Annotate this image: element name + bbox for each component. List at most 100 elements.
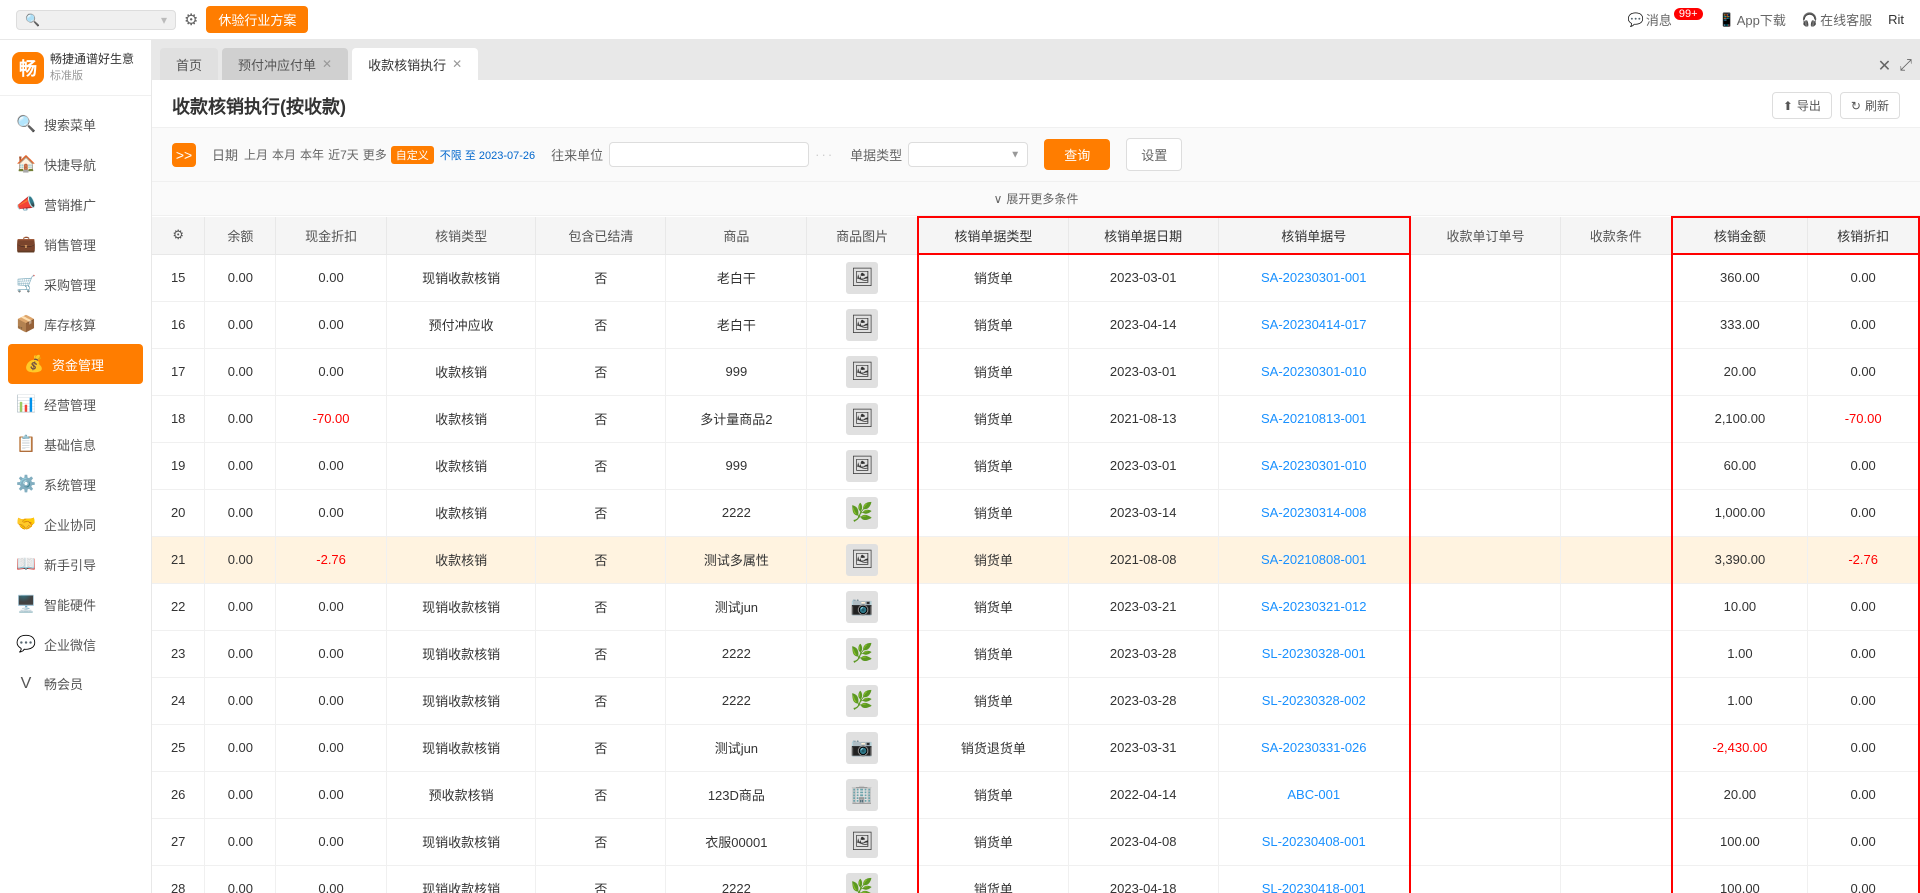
- goods-thumbnail: 🖼: [846, 826, 878, 858]
- sidebar-label-wechat: 企业微信: [44, 635, 96, 654]
- date-custom[interactable]: 自定义: [391, 146, 434, 164]
- col-settings[interactable]: ⚙: [152, 217, 205, 254]
- expand-tab-icon[interactable]: ⤢: [1899, 57, 1912, 75]
- cell-receipt-condition: [1560, 724, 1671, 771]
- search-icon: 🔍: [16, 114, 36, 134]
- expand-more-btn[interactable]: ∨ 展开更多条件: [994, 186, 1079, 211]
- sidebar-item-wechat[interactable]: 💬企业微信: [0, 624, 151, 664]
- goods-thumbnail: 📷: [846, 591, 878, 623]
- tabs-actions: ✕ ⤢: [1878, 56, 1912, 80]
- bill-no-link[interactable]: SA-20230414-017: [1261, 317, 1367, 332]
- sidebar-item-hardware[interactable]: 🖥️智能硬件: [0, 584, 151, 624]
- bill-no-link[interactable]: SL-20230418-001: [1262, 881, 1366, 893]
- partner-input[interactable]: [609, 142, 809, 167]
- sidebar-label-finance: 资金管理: [52, 355, 104, 374]
- bill-no-link[interactable]: SL-20230328-001: [1262, 646, 1366, 661]
- receipt-type-select[interactable]: [908, 142, 1028, 167]
- tab-home[interactable]: 首页: [160, 48, 218, 80]
- date-more[interactable]: 更多: [363, 146, 387, 164]
- sidebar-label-basic: 基础信息: [44, 435, 96, 454]
- gear-icon[interactable]: ⚙: [184, 10, 198, 30]
- bill-no-link[interactable]: SA-20230301-010: [1261, 458, 1367, 473]
- sidebar-item-member[interactable]: V畅会员: [0, 664, 151, 703]
- bill-no-link[interactable]: SA-20230321-012: [1261, 599, 1367, 614]
- hardware-icon: 🖥️: [16, 594, 36, 614]
- sidebar-item-purchase[interactable]: 🛒采购管理: [0, 264, 151, 304]
- cell-include-settled: 否: [536, 818, 666, 865]
- cell-bill-no: SL-20230328-002: [1218, 677, 1410, 724]
- cell-bill-type: 销货单: [918, 677, 1068, 724]
- export-button[interactable]: ⬆ 导出: [1772, 92, 1832, 119]
- sidebar-item-basic[interactable]: 📋基础信息: [0, 424, 151, 464]
- filter-expand-button[interactable]: >>: [172, 143, 196, 167]
- sidebar-item-quick-nav[interactable]: 🏠快捷导航: [0, 144, 151, 184]
- bill-no-link[interactable]: SA-20210813-001: [1261, 411, 1367, 426]
- sidebar-item-guide[interactable]: 📖新手引导: [0, 544, 151, 584]
- cell-balance: 0.00: [205, 630, 276, 677]
- col-goods-img: 商品图片: [807, 217, 918, 254]
- goods-thumbnail: 🖼: [846, 356, 878, 388]
- date-7days[interactable]: 近7天: [328, 146, 359, 164]
- query-button[interactable]: 查询: [1044, 139, 1110, 170]
- online-service[interactable]: 🎧 在线客服: [1802, 10, 1872, 29]
- table-row: 20 0.00 0.00 收款核销 否 2222 🌿 销货单 2023-03-1…: [152, 489, 1919, 536]
- cell-receipt-order-no: [1410, 865, 1560, 893]
- bill-no-link[interactable]: SA-20230331-026: [1261, 740, 1367, 755]
- bill-no-link[interactable]: SA-20230301-001: [1261, 270, 1367, 285]
- date-last-month[interactable]: 上月: [244, 146, 268, 164]
- sidebar-item-finance[interactable]: 💰资金管理: [8, 344, 143, 384]
- sidebar-item-business[interactable]: 📊经营管理: [0, 384, 151, 424]
- header-actions: ⬆ 导出 ↻ 刷新: [1772, 92, 1900, 119]
- sidebar-item-enterprise[interactable]: 🤝企业协同: [0, 504, 151, 544]
- tab-prepay[interactable]: 预付冲应付单 ✕: [222, 48, 348, 80]
- col-bill-type: 核销单据类型: [918, 217, 1068, 254]
- messages-badge: 99+: [1674, 8, 1703, 20]
- goods-thumbnail: 🖼: [846, 309, 878, 341]
- top-bar-right: 💬 消息 99+ 📱 App下载 🎧 在线客服 Rit: [1628, 10, 1904, 29]
- tab-writeoff[interactable]: 收款核销执行 ✕: [352, 48, 478, 80]
- goods-thumbnail: 🌿: [846, 873, 878, 893]
- bill-no-link[interactable]: SA-20230301-010: [1261, 364, 1367, 379]
- cell-bill-type: 销货单: [918, 630, 1068, 677]
- refresh-button[interactable]: ↻ 刷新: [1840, 92, 1900, 119]
- sidebar-label-enterprise: 企业协同: [44, 515, 96, 534]
- sidebar-item-system[interactable]: ⚙️系统管理: [0, 464, 151, 504]
- tab-writeoff-close[interactable]: ✕: [452, 57, 462, 71]
- close-tab-icon[interactable]: ✕: [1878, 56, 1891, 76]
- app-download[interactable]: 📱 App下载: [1719, 10, 1786, 29]
- solution-button[interactable]: 休验行业方案: [206, 6, 308, 33]
- search-input-area[interactable]: 🔍 ▾: [16, 10, 176, 30]
- bill-no-link[interactable]: SL-20230408-001: [1262, 834, 1366, 849]
- cell-write-off-amount: 60.00: [1672, 442, 1808, 489]
- cell-include-settled: 否: [536, 254, 666, 301]
- cell-bill-type: 销货单: [918, 818, 1068, 865]
- cell-cash-discount: 0.00: [276, 630, 386, 677]
- sidebar-item-search[interactable]: 🔍搜索菜单: [0, 104, 151, 144]
- sidebar-item-sales[interactable]: 💼销售管理: [0, 224, 151, 264]
- sidebar-item-marketing[interactable]: 📣营销推广: [0, 184, 151, 224]
- bill-no-link[interactable]: ABC-001: [1287, 787, 1340, 802]
- messages-label: 消息: [1646, 10, 1672, 29]
- messages-area[interactable]: 💬 消息 99+: [1628, 10, 1703, 29]
- cell-id: 28: [152, 865, 205, 893]
- bill-no-link[interactable]: SA-20230314-008: [1261, 505, 1367, 520]
- cell-goods-img: 🖼: [807, 395, 918, 442]
- cell-bill-no: SL-20230328-001: [1218, 630, 1410, 677]
- message-icon: 💬: [1628, 12, 1644, 28]
- tab-prepay-close[interactable]: ✕: [322, 57, 332, 71]
- cell-bill-no: ABC-001: [1218, 771, 1410, 818]
- cell-bill-type: 销货单: [918, 536, 1068, 583]
- bill-no-link[interactable]: SL-20230328-002: [1262, 693, 1366, 708]
- settings-button[interactable]: 设置: [1126, 138, 1182, 171]
- cell-goods-img: 🖼: [807, 536, 918, 583]
- user-name[interactable]: Rit: [1888, 12, 1904, 27]
- cell-balance: 0.00: [205, 395, 276, 442]
- sidebar-item-inventory[interactable]: 📦库存核算: [0, 304, 151, 344]
- cell-receipt-order-no: [1410, 442, 1560, 489]
- cell-write-off-discount: 0.00: [1808, 442, 1919, 489]
- cell-id: 20: [152, 489, 205, 536]
- bill-no-link[interactable]: SA-20210808-001: [1261, 552, 1367, 567]
- table-row: 27 0.00 0.00 现销收款核销 否 衣服00001 🖼 销货单 2023…: [152, 818, 1919, 865]
- date-this-month[interactable]: 本月: [272, 146, 296, 164]
- date-this-year[interactable]: 本年: [300, 146, 324, 164]
